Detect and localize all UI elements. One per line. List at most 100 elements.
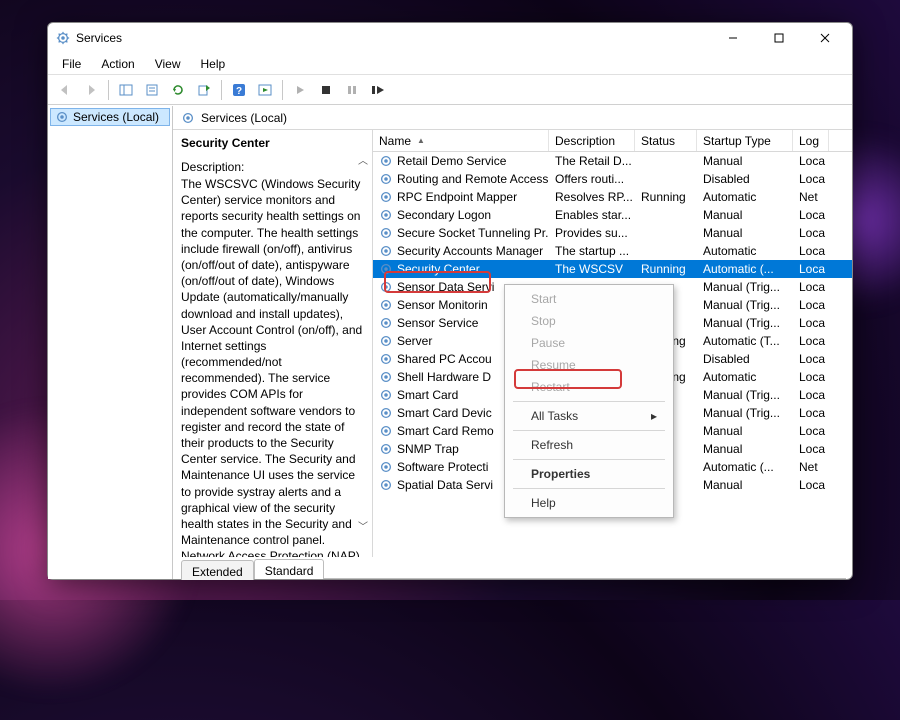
- separator: [513, 401, 665, 402]
- service-startup: Manual: [697, 440, 793, 458]
- gear-icon: [379, 406, 393, 420]
- restart-service-button[interactable]: [366, 78, 390, 102]
- service-row[interactable]: Routing and Remote AccessOffers routi...…: [373, 170, 852, 188]
- menu-file[interactable]: File: [52, 55, 91, 73]
- service-logon: Loca: [793, 350, 829, 368]
- ctx-help[interactable]: Help: [507, 492, 671, 514]
- ctx-refresh[interactable]: Refresh: [507, 434, 671, 456]
- gear-icon: [379, 370, 393, 384]
- col-status[interactable]: Status: [635, 130, 697, 151]
- pause-icon: [346, 84, 358, 96]
- service-row[interactable]: Secondary LogonEnables star...ManualLoca: [373, 206, 852, 224]
- stop-service-button[interactable]: [314, 78, 338, 102]
- service-logon: Loca: [793, 278, 829, 296]
- service-row[interactable]: Security Accounts ManagerThe startup ...…: [373, 242, 852, 260]
- ctx-resume[interactable]: Resume: [507, 354, 671, 376]
- app-icon: [56, 31, 70, 45]
- scroll-down-icon[interactable]: ﹀: [358, 518, 368, 533]
- properties-button[interactable]: [140, 78, 164, 102]
- close-button[interactable]: [802, 23, 848, 53]
- maximize-icon: [774, 33, 784, 43]
- service-desc: Resolves RP...: [549, 188, 635, 206]
- start-service-button[interactable]: [288, 78, 312, 102]
- service-status: [635, 206, 697, 224]
- service-logon: Loca: [793, 242, 829, 260]
- maximize-button[interactable]: [756, 23, 802, 53]
- pane-heading-label: Services (Local): [201, 111, 287, 125]
- tree-pane[interactable]: Services (Local): [48, 106, 173, 579]
- service-logon: Loca: [793, 314, 829, 332]
- minimize-button[interactable]: [710, 23, 756, 53]
- service-startup: Manual (Trig...: [697, 314, 793, 332]
- ctx-stop[interactable]: Stop: [507, 310, 671, 332]
- tree-root-label: Services (Local): [73, 110, 159, 124]
- service-startup: Manual: [697, 152, 793, 170]
- col-description[interactable]: Description: [549, 130, 635, 151]
- service-row[interactable]: Security CenterThe WSCSVRunningAutomatic…: [373, 260, 852, 278]
- help-icon: ?: [232, 83, 246, 97]
- ctx-pause[interactable]: Pause: [507, 332, 671, 354]
- menu-action[interactable]: Action: [91, 55, 144, 73]
- properties-icon: [145, 83, 159, 97]
- list-header[interactable]: Name▲ Description Status Startup Type Lo…: [373, 130, 852, 152]
- service-logon: Loca: [793, 440, 829, 458]
- panel-icon: [119, 83, 133, 97]
- main-area: Services (Local) Services (Local) Securi…: [48, 105, 852, 579]
- stop-icon: [320, 84, 332, 96]
- refresh-button[interactable]: [166, 78, 190, 102]
- gear-icon: [379, 298, 393, 312]
- col-logon[interactable]: Log: [793, 130, 829, 151]
- forward-button[interactable]: [79, 78, 103, 102]
- service-row[interactable]: RPC Endpoint MapperResolves RP...Running…: [373, 188, 852, 206]
- ctx-restart[interactable]: Restart: [507, 376, 671, 398]
- gear-icon: [379, 388, 393, 402]
- play-icon: [294, 84, 306, 96]
- menu-help[interactable]: Help: [191, 55, 236, 73]
- scroll-up-icon[interactable]: ︿: [358, 152, 368, 167]
- service-logon: Loca: [793, 404, 829, 422]
- action-panel-button[interactable]: [253, 78, 277, 102]
- service-startup: Manual: [697, 422, 793, 440]
- menu-view[interactable]: View: [145, 55, 191, 73]
- service-status: [635, 242, 697, 260]
- detail-desc-label: Description:: [181, 160, 364, 174]
- col-startup[interactable]: Startup Type: [697, 130, 793, 151]
- service-desc: The WSCSV: [549, 260, 635, 278]
- service-desc: The Retail D...: [549, 152, 635, 170]
- back-button[interactable]: [53, 78, 77, 102]
- ctx-properties[interactable]: Properties: [507, 463, 671, 485]
- export-button[interactable]: [192, 78, 216, 102]
- show-hide-tree-button[interactable]: [114, 78, 138, 102]
- gear-icon: [379, 316, 393, 330]
- gear-icon: [55, 110, 69, 124]
- service-name: Software Protecti: [397, 460, 488, 474]
- gear-icon: [379, 190, 393, 204]
- service-logon: Loca: [793, 152, 829, 170]
- ctx-all-tasks[interactable]: All Tasks▸: [507, 405, 671, 427]
- service-name: Spatial Data Servi: [397, 478, 493, 492]
- service-name: SNMP Trap: [397, 442, 459, 456]
- service-row[interactable]: Retail Demo ServiceThe Retail D...Manual…: [373, 152, 852, 170]
- service-startup: Manual (Trig...: [697, 404, 793, 422]
- gear-icon: [379, 244, 393, 258]
- service-row[interactable]: Secure Socket Tunneling Pr...Provides su…: [373, 224, 852, 242]
- service-startup: Automatic: [697, 242, 793, 260]
- close-icon: [820, 33, 830, 43]
- tab-extended[interactable]: Extended: [181, 560, 254, 580]
- service-status: Running: [635, 188, 697, 206]
- help-button[interactable]: ?: [227, 78, 251, 102]
- col-name[interactable]: Name▲: [373, 130, 549, 151]
- service-status: [635, 152, 697, 170]
- menubar: File Action View Help: [48, 53, 852, 75]
- tab-standard[interactable]: Standard: [254, 559, 325, 579]
- service-logon: Loca: [793, 332, 829, 350]
- pause-service-button[interactable]: [340, 78, 364, 102]
- tree-root[interactable]: Services (Local): [50, 108, 170, 126]
- export-icon: [197, 83, 211, 97]
- service-startup: Automatic (...: [697, 260, 793, 278]
- service-name: Smart Card Devic: [397, 406, 492, 420]
- gear-icon: [379, 334, 393, 348]
- service-name: Security Accounts Manager: [397, 244, 543, 258]
- titlebar[interactable]: Services: [48, 23, 852, 53]
- ctx-start[interactable]: Start: [507, 288, 671, 310]
